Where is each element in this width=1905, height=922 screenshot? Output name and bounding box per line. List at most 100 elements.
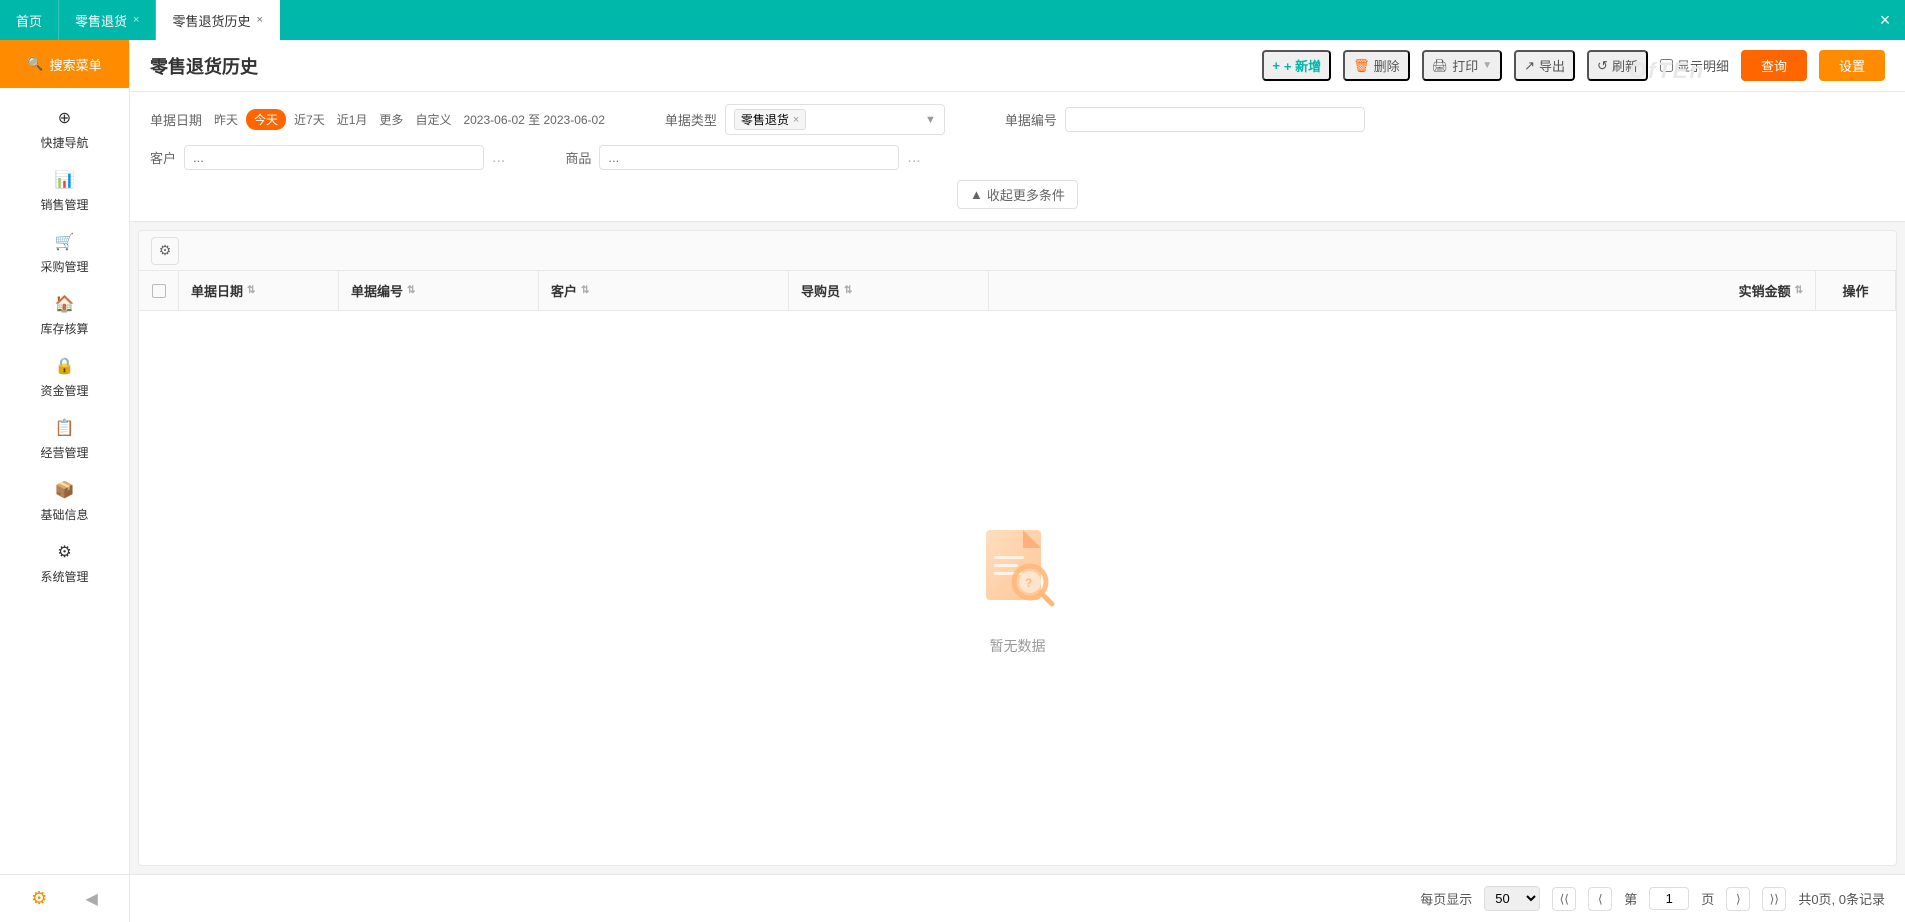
sidebar-item-inventory[interactable]: 🏠 库存核算 — [6, 284, 123, 344]
sidebar-search[interactable]: 🔍 搜索菜单 — [0, 40, 129, 88]
voucher-no-filter: 单据编号 — [1005, 107, 1365, 132]
sidebar-label-basic-info: 基础信息 — [40, 506, 88, 523]
tab-home[interactable]: 首页 — [0, 0, 59, 40]
voucher-type-label: 单据类型 — [665, 110, 717, 129]
page-number-input[interactable] — [1649, 887, 1689, 910]
page-first-button[interactable]: ⟨⟨ — [1552, 887, 1576, 911]
tab-close-retail-return-history[interactable]: × — [256, 14, 262, 26]
th-no-sort: ⇅ — [407, 285, 415, 296]
refresh-button[interactable]: ↺ 刷新 — [1587, 50, 1648, 81]
th-checkbox — [139, 271, 179, 310]
date-filter-label: 单据日期 — [150, 110, 202, 129]
sidebar-icon-inventory: 🏠 — [53, 292, 77, 316]
content-area: 零售退货历史 + + 新增 🗑 删除 🖨 打印 ▼ ↗ 导出 — [130, 40, 1905, 922]
th-amount-label: 实销金额 — [1739, 281, 1791, 300]
goods-filter: 商品 ... — [565, 145, 920, 170]
header-actions: + + 新增 🗑 删除 🖨 打印 ▼ ↗ 导出 ↺ — [1262, 50, 1885, 81]
refresh-icon: ↺ — [1597, 58, 1608, 74]
sidebar-item-quick-nav[interactable]: ⊕ 快捷导航 — [6, 98, 123, 158]
sidebar-label-operations: 经营管理 — [40, 444, 88, 461]
print-button[interactable]: 🖨 打印 ▼ — [1422, 50, 1502, 81]
sidebar-item-finance[interactable]: 🔒 资金管理 — [6, 346, 123, 406]
th-amount[interactable]: 实销金额 ⇅ — [989, 271, 1816, 310]
sidebar-item-system-mgmt[interactable]: ⚙ 系统管理 — [6, 532, 123, 592]
query-button[interactable]: 查询 — [1741, 50, 1807, 81]
date-btn-7days[interactable]: 近7天 — [290, 109, 329, 130]
voucher-type-arrow: ▼ — [925, 114, 936, 126]
th-no-label: 单据编号 — [351, 281, 403, 300]
export-button[interactable]: ↗ 导出 — [1514, 50, 1575, 81]
sidebar-settings-icon[interactable]: ⚙ — [31, 888, 47, 909]
window-close-button[interactable]: × — [1865, 0, 1905, 40]
date-btn-1month[interactable]: 近1月 — [333, 109, 372, 130]
th-guide[interactable]: 导购员 ⇅ — [789, 271, 989, 310]
page-prev-button[interactable]: ⟨ — [1588, 887, 1612, 911]
tab-label-retail-return-history: 零售退货历史 — [172, 11, 250, 30]
sidebar-label-finance: 资金管理 — [40, 382, 88, 399]
th-date-label: 单据日期 — [191, 281, 243, 300]
voucher-type-select[interactable]: 零售退货 × ▼ — [725, 104, 945, 135]
settings-button[interactable]: 设置 — [1819, 50, 1885, 81]
voucher-type-tag-close[interactable]: × — [793, 114, 799, 126]
th-no[interactable]: 单据编号 ⇅ — [339, 271, 539, 310]
header-checkbox[interactable] — [152, 284, 166, 298]
delete-button[interactable]: 🗑 删除 — [1343, 50, 1410, 81]
goods-input[interactable] — [599, 145, 899, 170]
th-action-label: 操作 — [1842, 281, 1868, 300]
voucher-no-label: 单据编号 — [1005, 110, 1057, 129]
page-word: 第 — [1624, 889, 1637, 908]
th-guide-sort: ⇅ — [844, 285, 852, 296]
sidebar-label-quick-nav: 快捷导航 — [40, 134, 88, 151]
goods-dots: ... — [907, 149, 920, 167]
top-bar: 首页 零售退货 × 零售退货历史 × × — [0, 0, 1905, 40]
filter-area: 单据日期 昨天 今天 近7天 近1月 更多 自定义 2023-06-02 至 2… — [130, 92, 1905, 222]
table-column-settings-icon[interactable]: ⚙ — [151, 237, 179, 265]
th-customer[interactable]: 客户 ⇅ — [539, 271, 789, 310]
customer-dots: ... — [492, 149, 505, 167]
page-last-button[interactable]: ⟩⟩ — [1762, 887, 1786, 911]
date-btn-today[interactable]: 今天 — [246, 109, 286, 130]
page-next-button[interactable]: ⟩ — [1726, 887, 1750, 911]
empty-text: 暂无数据 — [990, 636, 1046, 656]
total-label: 共0页, 0条记录 — [1798, 889, 1885, 908]
sidebar-collapse-icon[interactable]: ◀ — [86, 889, 98, 909]
tab-retail-return-history[interactable]: 零售退货历史 × — [156, 0, 279, 40]
date-btn-yesterday[interactable]: 昨天 — [210, 109, 242, 130]
collapse-button[interactable]: ▲ 收起更多条件 — [957, 180, 1078, 209]
sidebar-item-operations[interactable]: 📋 经营管理 — [6, 408, 123, 468]
customer-input[interactable] — [184, 145, 484, 170]
sidebar-label-inventory: 库存核算 — [40, 320, 88, 337]
show-detail-checkbox[interactable] — [1660, 59, 1673, 72]
tab-label-home: 首页 — [16, 11, 42, 30]
page-size-select[interactable]: 50 10 20 100 — [1484, 886, 1540, 911]
sidebar-icon-quick-nav: ⊕ — [53, 106, 77, 130]
sidebar-label-system-mgmt: 系统管理 — [40, 568, 88, 585]
date-btn-custom[interactable]: 自定义 — [411, 109, 455, 130]
page-label: 页 — [1701, 889, 1714, 908]
sidebar-item-purchase-mgmt[interactable]: 🛒 采购管理 — [6, 222, 123, 282]
sidebar-item-sales-mgmt[interactable]: 📊 销售管理 — [6, 160, 123, 220]
date-filter-buttons: 昨天 今天 近7天 近1月 更多 自定义 — [210, 109, 455, 130]
export-icon: ↗ — [1524, 58, 1535, 74]
th-customer-label: 客户 — [551, 281, 577, 300]
tab-retail-return[interactable]: 零售退货 × — [59, 0, 156, 40]
date-btn-more[interactable]: 更多 — [375, 109, 407, 130]
sidebar-icon-finance: 🔒 — [53, 354, 77, 378]
th-date-sort: ⇅ — [247, 285, 255, 296]
th-amount-sort: ⇅ — [1795, 285, 1803, 296]
search-icon: 🔍 — [27, 56, 43, 72]
collapse-label: 收起更多条件 — [987, 185, 1065, 204]
voucher-no-input[interactable] — [1065, 107, 1365, 132]
new-button[interactable]: + + 新增 — [1262, 50, 1331, 81]
show-detail-checkbox-label[interactable]: 显示明细 — [1660, 56, 1729, 75]
tab-close-retail-return[interactable]: × — [133, 14, 139, 26]
th-date[interactable]: 单据日期 ⇅ — [179, 271, 339, 310]
tab-label-retail-return: 零售退货 — [75, 11, 127, 30]
sidebar-item-basic-info[interactable]: 📦 基础信息 — [6, 470, 123, 530]
voucher-type-tag: 零售退货 × — [734, 109, 806, 130]
table-toolbar: ⚙ — [139, 231, 1896, 271]
sidebar: 🔍 搜索菜单 ⊕ 快捷导航 📊 销售管理 🛒 采购管理 🏠 库存核算 🔒 资金管… — [0, 40, 130, 922]
date-filter: 单据日期 昨天 今天 近7天 近1月 更多 自定义 2023-06-02 至 2… — [150, 109, 605, 130]
main-layout: 🔍 搜索菜单 ⊕ 快捷导航 📊 销售管理 🛒 采购管理 🏠 库存核算 🔒 资金管… — [0, 40, 1905, 922]
date-range-display: 2023-06-02 至 2023-06-02 — [463, 111, 604, 128]
